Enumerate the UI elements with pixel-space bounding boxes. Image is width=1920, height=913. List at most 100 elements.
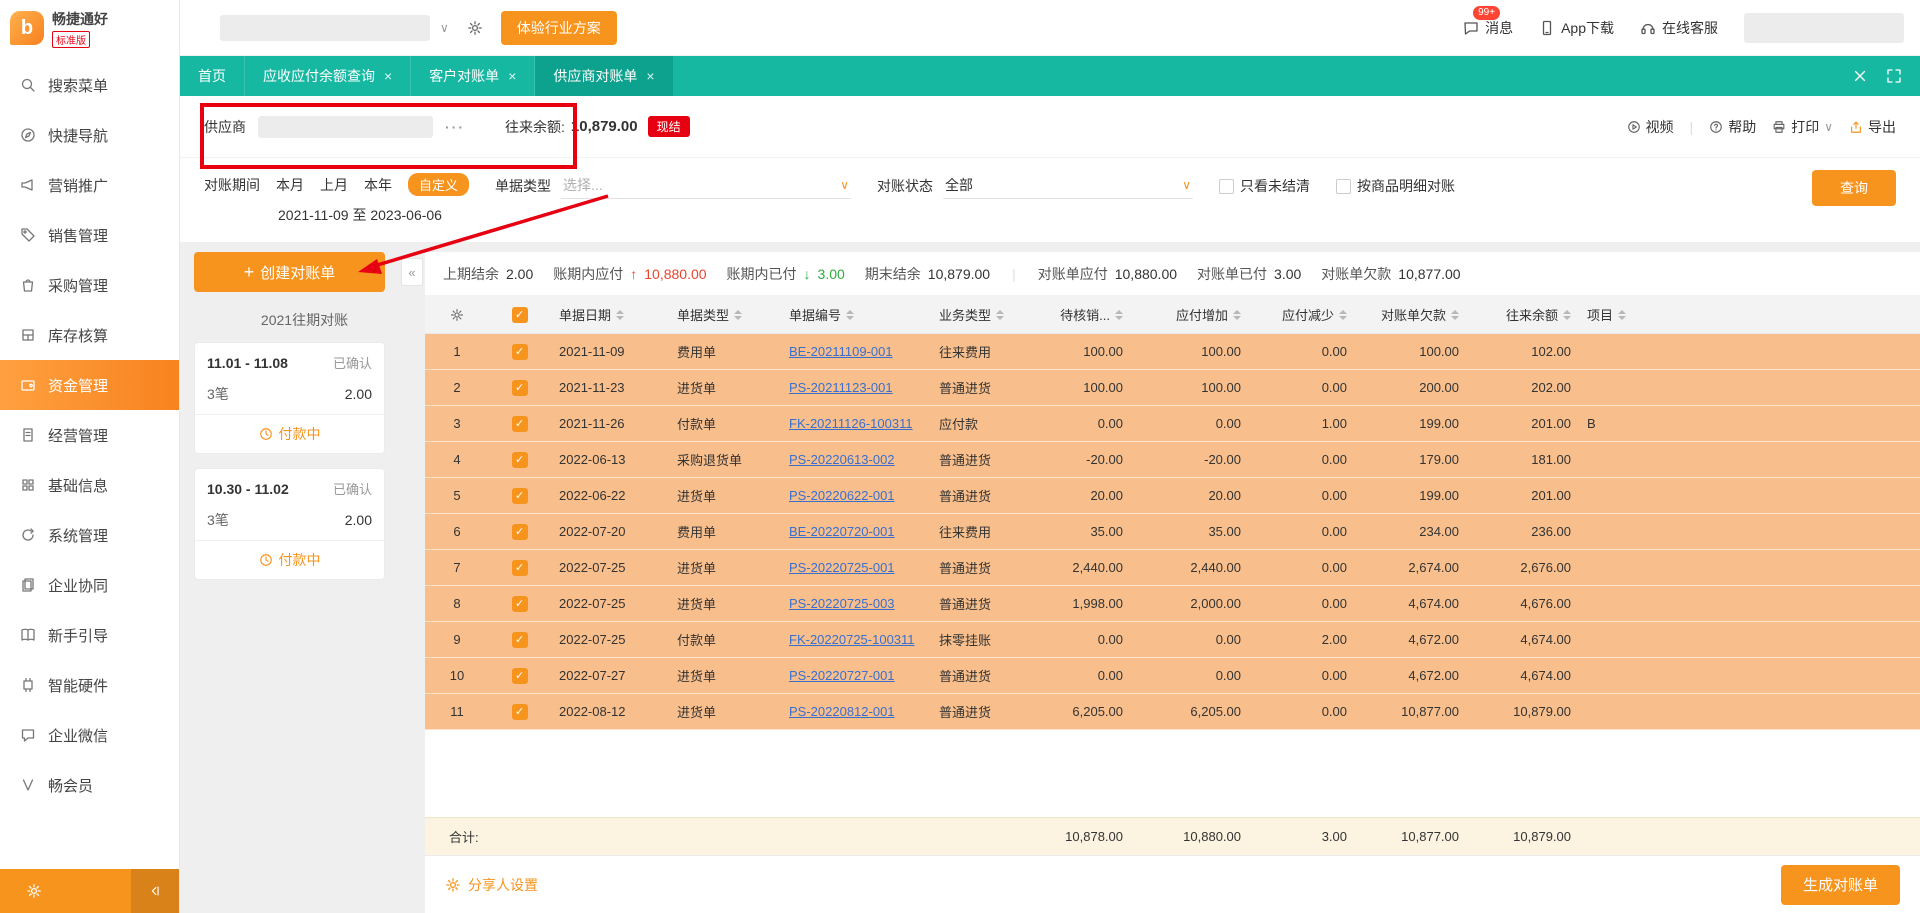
statement-payment-state[interactable]: 付款中 xyxy=(195,414,384,453)
sidebar-item[interactable]: 基础信息 xyxy=(0,460,179,510)
sidebar-item[interactable]: 库存核算 xyxy=(0,310,179,360)
sidebar-item[interactable]: 畅会员 xyxy=(0,760,179,810)
header-doc-date[interactable]: 单据日期 xyxy=(551,305,669,324)
by-item-detail-checkbox[interactable]: 按商品明细对账 xyxy=(1336,176,1455,196)
period-this-year[interactable]: 本年 xyxy=(364,175,392,195)
messages-button[interactable]: 99+ 消息 xyxy=(1463,5,1513,38)
sidebar-collapse-button[interactable] xyxy=(131,869,179,913)
sidebar-item[interactable]: 新手引导 xyxy=(0,610,179,660)
row-checkbox[interactable] xyxy=(489,559,551,576)
sidebar-item[interactable]: 资金管理 xyxy=(0,360,179,410)
period-this-month[interactable]: 本月 xyxy=(276,175,304,195)
close-all-tabs-icon[interactable] xyxy=(1852,68,1868,84)
sidebar-item[interactable]: 采购管理 xyxy=(0,260,179,310)
app-download-button[interactable]: App下载 xyxy=(1539,18,1614,38)
header-doc-no[interactable]: 单据编号 xyxy=(781,305,931,324)
doc-number-link[interactable]: PS-20211123-001 xyxy=(789,380,893,395)
doc-number-link[interactable]: BE-20220720-001 xyxy=(789,524,895,539)
sidebar-item[interactable]: 经营管理 xyxy=(0,410,179,460)
panel-collapse-button[interactable]: « xyxy=(401,258,423,286)
sidebar-item[interactable]: 企业微信 xyxy=(0,710,179,760)
settings-gear-icon[interactable] xyxy=(26,883,42,899)
sort-icon[interactable] xyxy=(1339,309,1347,320)
sidebar-item[interactable]: 搜索菜单 xyxy=(0,60,179,110)
column-settings-gear-icon[interactable] xyxy=(450,308,464,322)
sidebar-item[interactable]: 营销推广 xyxy=(0,160,179,210)
table-row[interactable]: 6 2022-07-20 费用单 BE-20220720-001 往来费用 35… xyxy=(425,514,1920,550)
sort-icon[interactable] xyxy=(1563,309,1571,320)
supplier-select[interactable]: 供应商 ··· xyxy=(204,115,465,138)
doc-number-link[interactable]: PS-20220725-001 xyxy=(789,560,895,575)
doc-number-link[interactable]: PS-20220812-001 xyxy=(789,704,895,719)
statement-payment-state[interactable]: 付款中 xyxy=(195,540,384,579)
header-project[interactable]: 项目 xyxy=(1579,305,1920,324)
export-button[interactable]: 导出 xyxy=(1849,117,1896,137)
table-row[interactable]: 11 2022-08-12 进货单 PS-20220812-001 普通进货 6… xyxy=(425,694,1920,730)
doc-number-link[interactable]: BE-20211109-001 xyxy=(789,344,893,359)
doc-number-link[interactable]: PS-20220727-001 xyxy=(789,668,895,683)
tab[interactable]: 供应商对账单 × xyxy=(535,56,674,96)
header-biz-type[interactable]: 业务类型 xyxy=(931,305,1031,324)
doc-number-link[interactable]: FK-20220725-100311 xyxy=(789,632,915,647)
table-row[interactable]: 7 2022-07-25 进货单 PS-20220725-001 普通进货 2,… xyxy=(425,550,1920,586)
sort-icon[interactable] xyxy=(734,309,743,320)
doc-type-select[interactable]: 选择... ∨ xyxy=(561,172,852,199)
tab-close-icon[interactable]: × xyxy=(646,68,654,84)
tab[interactable]: 客户对账单 × xyxy=(411,56,536,96)
table-row[interactable]: 8 2022-07-25 进货单 PS-20220725-003 普通进货 1,… xyxy=(425,586,1920,622)
row-checkbox[interactable] xyxy=(489,487,551,504)
experience-plan-button[interactable]: 体验行业方案 xyxy=(500,10,617,45)
past-statement-card[interactable]: 10.30 - 11.02 已确认 3笔 2.00 付款中 xyxy=(194,468,385,580)
past-statement-card[interactable]: 11.01 - 11.08 已确认 3笔 2.00 付款中 xyxy=(194,342,385,454)
doc-number-link[interactable]: PS-20220725-003 xyxy=(789,596,895,611)
table-row[interactable]: 4 2022-06-13 采购退货单 PS-20220613-002 普通进货 … xyxy=(425,442,1920,478)
table-row[interactable]: 10 2022-07-27 进货单 PS-20220727-001 普通进货 0… xyxy=(425,658,1920,694)
create-statement-button[interactable]: + 创建对账单 xyxy=(194,252,385,292)
company-select[interactable]: ∨ xyxy=(220,14,449,41)
tab-close-icon[interactable]: × xyxy=(508,68,516,84)
header-statement-owed[interactable]: 对账单欠款 xyxy=(1355,305,1467,324)
header-payable-decrease[interactable]: 应付减少 xyxy=(1249,305,1355,324)
period-last-month[interactable]: 上月 xyxy=(320,175,348,195)
tab[interactable]: 首页 xyxy=(180,56,245,96)
header-doc-type[interactable]: 单据类型 xyxy=(669,305,781,324)
table-row[interactable]: 1 2021-11-09 费用单 BE-20211109-001 往来费用 10… xyxy=(425,334,1920,370)
row-checkbox[interactable] xyxy=(489,415,551,432)
sidebar-item[interactable]: 企业协同 xyxy=(0,560,179,610)
sort-icon[interactable] xyxy=(1233,309,1241,320)
query-button[interactable]: 查询 xyxy=(1812,170,1896,206)
sort-icon[interactable] xyxy=(1451,309,1459,320)
header-payable-increase[interactable]: 应付增加 xyxy=(1131,305,1249,324)
share-settings-button[interactable]: 分享人设置 xyxy=(445,875,538,895)
tab[interactable]: 应收应付余额查询 × xyxy=(245,56,412,96)
doc-number-link[interactable]: PS-20220613-002 xyxy=(789,452,895,467)
doc-number-link[interactable]: FK-20211126-100311 xyxy=(789,416,913,431)
sidebar-item[interactable]: 快捷导航 xyxy=(0,110,179,160)
help-button[interactable]: 帮助 xyxy=(1709,117,1756,137)
doc-number-link[interactable]: PS-20220622-001 xyxy=(789,488,895,503)
row-checkbox[interactable] xyxy=(489,595,551,612)
sort-icon[interactable] xyxy=(1115,309,1123,320)
sidebar-item[interactable]: 系统管理 xyxy=(0,510,179,560)
sort-icon[interactable] xyxy=(1618,309,1627,320)
status-select[interactable]: 全部 ∨ xyxy=(943,172,1194,199)
table-row[interactable]: 9 2022-07-25 付款单 FK-20220725-100311 抹零挂账… xyxy=(425,622,1920,658)
generate-statement-button[interactable]: 生成对账单 xyxy=(1780,864,1900,905)
sort-icon[interactable] xyxy=(996,309,1005,320)
sort-icon[interactable] xyxy=(616,309,625,320)
select-all-checkbox[interactable] xyxy=(489,306,551,323)
fullscreen-icon[interactable] xyxy=(1886,68,1902,84)
supplier-more-button[interactable]: ··· xyxy=(445,119,465,135)
sidebar-item[interactable]: 智能硬件 xyxy=(0,660,179,710)
only-unsettled-checkbox[interactable]: 只看未结清 xyxy=(1219,176,1310,196)
table-row[interactable]: 2 2021-11-23 进货单 PS-20211123-001 普通进货 10… xyxy=(425,370,1920,406)
online-service-button[interactable]: 在线客服 xyxy=(1640,18,1718,38)
sort-icon[interactable] xyxy=(846,309,855,320)
row-checkbox[interactable] xyxy=(489,379,551,396)
row-checkbox[interactable] xyxy=(489,631,551,648)
row-checkbox[interactable] xyxy=(489,703,551,720)
row-checkbox[interactable] xyxy=(489,451,551,468)
tab-close-icon[interactable]: × xyxy=(384,68,392,84)
row-checkbox[interactable] xyxy=(489,343,551,360)
video-button[interactable]: 视频 xyxy=(1627,117,1674,137)
